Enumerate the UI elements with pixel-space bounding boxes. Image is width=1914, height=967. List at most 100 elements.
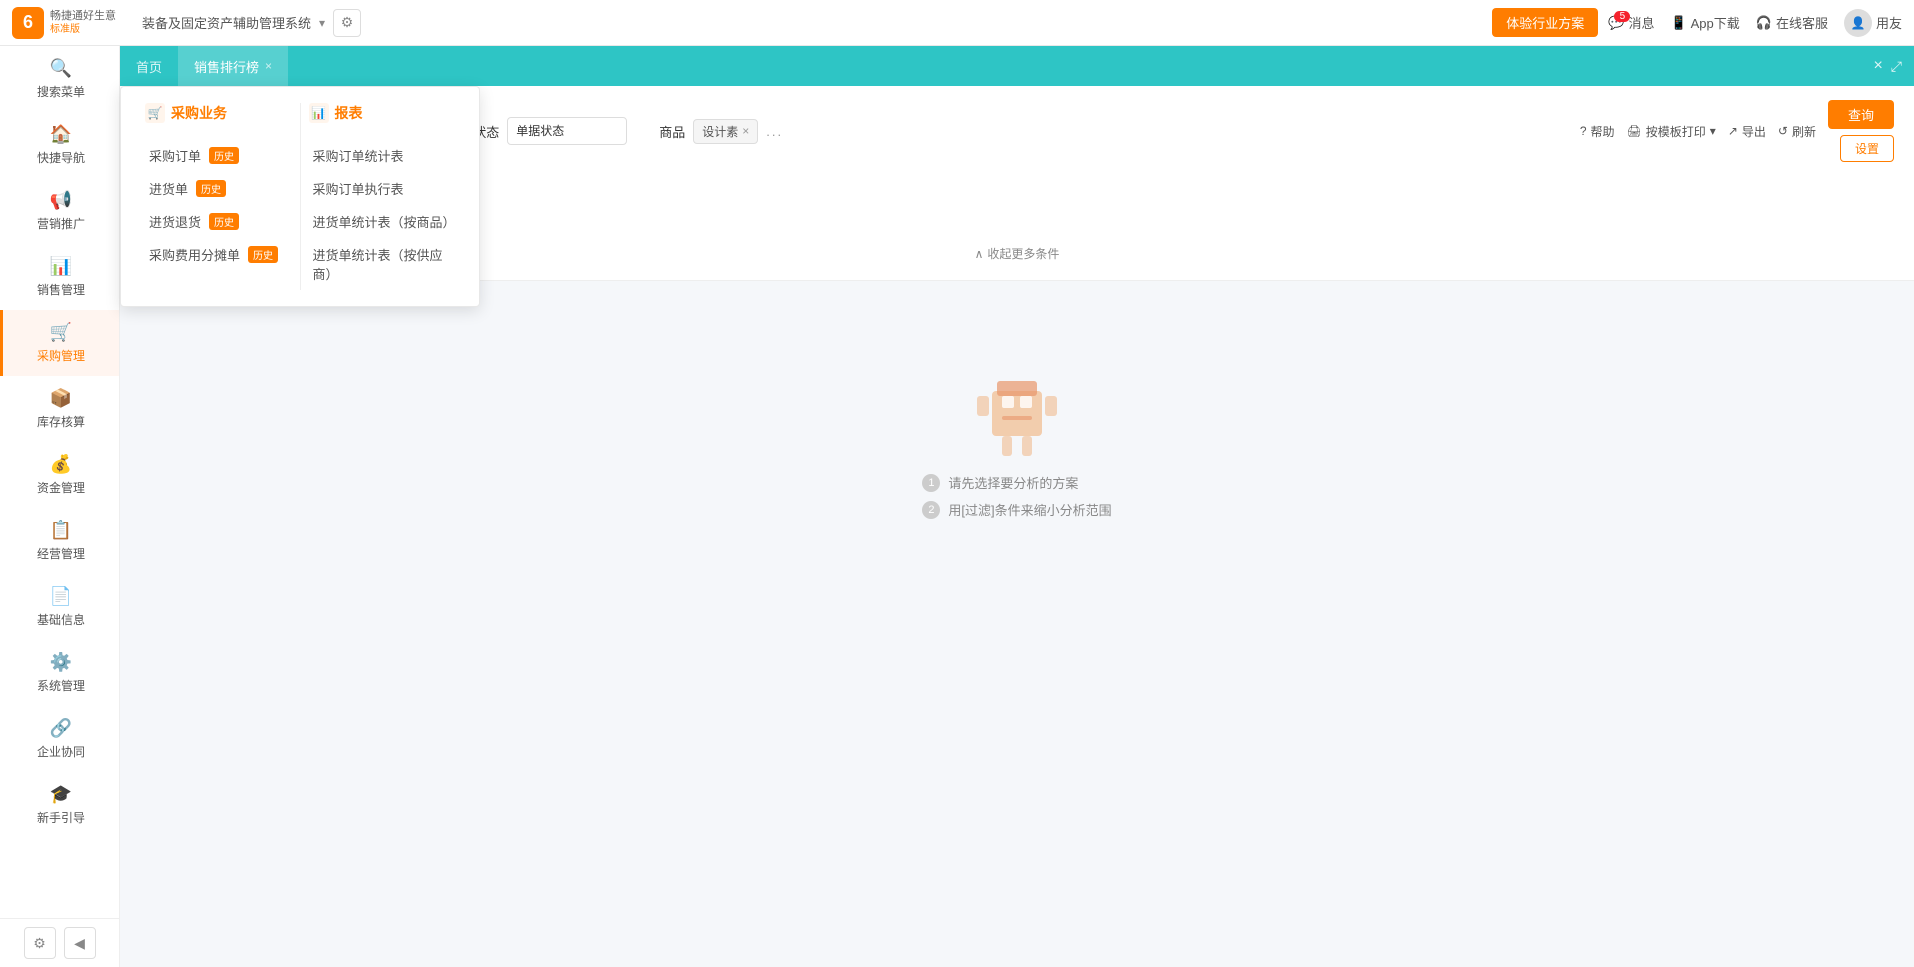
operations-icon: 📋 [50,520,72,541]
report-title: 报表 [335,103,363,123]
tab-bar: 首页 销售排行榜 × × ⤢ [120,46,1914,86]
sidebar-label-search: 搜索菜单 [37,83,85,100]
report-col-icon: 📊 [309,103,329,123]
sidebar-item-enterprise[interactable]: 🔗 企业协同 [0,706,119,772]
home-icon: 🏠 [50,124,72,145]
system-title-area: 装备及固定资产辅助管理系统 ▾ ⚙ [142,9,1482,37]
system-icon: ⚙️ [50,652,72,673]
inventory-icon: 📦 [50,388,72,409]
tab-maximize-btn[interactable]: ⤢ [1891,58,1902,75]
sidebar-settings-btn[interactable]: ⚙ [24,927,56,959]
doc-status-select[interactable]: 单据状态 [507,117,627,145]
history-badge-0: 历史 [209,147,239,164]
report-header: 📊 报表 [309,103,456,129]
refresh-label: 刷新 [1792,123,1816,140]
print-label: 按模板打印 [1646,123,1706,140]
sidebar-label-sales: 销售管理 [37,281,85,298]
sidebar-bottom: ⚙ ◀ [0,918,119,967]
logo-area: 6 畅捷通好生意 标准版 [12,7,132,39]
sidebar-collapse-btn[interactable]: ◀ [64,927,96,959]
purchase-business-header: 🛒 采购业务 [145,103,292,129]
goods-tag: 设计素 × [693,119,758,144]
sidebar-label-purchase: 采购管理 [37,347,85,364]
settings-btn[interactable]: 设置 [1840,135,1894,162]
sidebar-item-system[interactable]: ⚙️ 系统管理 [0,640,119,706]
history-badge-1: 历史 [196,180,226,197]
guide-icon: 🎓 [50,784,72,805]
help-btn[interactable]: ? 帮助 [1580,123,1615,140]
system-settings-icon[interactable]: ⚙ [333,9,361,37]
sidebar-label-guide: 新手引导 [37,809,85,826]
menu-goods-receipt[interactable]: 进货单 历史 [145,172,292,205]
sidebar-item-sales[interactable]: 📊 销售管理 [0,244,119,310]
sidebar-item-operations[interactable]: 📋 经营管理 [0,508,119,574]
collapse-label: 收起更多条件 [987,245,1059,262]
export-icon: ↗ [1728,124,1738,138]
tab-sales-rank-close[interactable]: × [265,59,272,73]
sidebar-item-finance[interactable]: 💰 资金管理 [0,442,119,508]
tab-home-label: 首页 [136,57,162,76]
sidebar-label-basic-info: 基础信息 [37,611,85,628]
empty-tip-1: 1 请先选择要分析的方案 [922,473,1111,492]
sidebar: 🔍 搜索菜单 🏠 快捷导航 📢 营销推广 📊 销售管理 🛒 采购管理 📦 库存核… [0,46,120,967]
messages-count-badge: 5 [1614,11,1630,22]
sidebar-item-inventory[interactable]: 📦 库存核算 [0,376,119,442]
refresh-icon: ↺ [1778,124,1788,138]
menu-goods-return[interactable]: 进货退货 历史 [145,205,292,238]
sidebar-item-guide[interactable]: 🎓 新手引导 [0,772,119,838]
app-download-btn[interactable]: 📱 App下载 [1670,13,1739,32]
top-right-area: 💬 5 消息 📱 App下载 🎧 在线客服 👤 用友 [1608,9,1902,37]
tab-sales-rank[interactable]: 销售排行榜 × [178,46,288,86]
sidebar-item-purchase[interactable]: 🛒 采购管理 [0,310,119,376]
history-badge-2: 历史 [209,213,239,230]
help-label: 帮助 [1591,123,1615,140]
purchase-order-stats-label: 采购订单统计表 [313,146,404,165]
tab-sales-rank-label: 销售排行榜 [194,57,259,76]
tab-close-all-btn[interactable]: × [1873,57,1882,75]
print-btn[interactable]: 🖨 按模板打印 ▾ [1627,123,1716,140]
export-btn[interactable]: ↗ 导出 [1728,123,1766,140]
menu-purchase-order-stats[interactable]: 采购订单统计表 [309,139,456,172]
user-area[interactable]: 👤 用友 [1844,9,1902,37]
menu-purchase-order-exec[interactable]: 采购订单执行表 [309,172,456,205]
menu-purchase-cost[interactable]: 采购费用分摊单 历史 [145,238,292,271]
logo-icon: 6 [12,7,44,39]
sidebar-item-search[interactable]: 🔍 搜索菜单 [0,46,119,112]
dropdown-cols: 🛒 采购业务 采购订单 历史 进货单 历史 进货退货 历史 采购费用分摊单 历史 [137,103,463,290]
goods-more-dots[interactable]: ... [766,124,783,139]
industry-btn[interactable]: 体验行业方案 [1492,8,1598,37]
goods-tag-remove[interactable]: × [742,124,749,138]
help-icon: ? [1580,124,1587,138]
system-dropdown-btn[interactable]: ▾ [319,16,325,30]
menu-purchase-order[interactable]: 采购订单 历史 [145,139,292,172]
toolbar-right: ? 帮助 🖨 按模板打印 ▾ ↗ 导出 ↺ [1580,100,1894,162]
purchase-order-label: 采购订单 [149,146,201,165]
search-icon: 🔍 [50,58,72,79]
avatar: 👤 [1844,9,1872,37]
menu-goods-stats-by-goods[interactable]: 进货单统计表（按商品） [309,205,456,238]
online-service-label: 在线客服 [1776,13,1828,32]
messages-btn[interactable]: 💬 5 消息 [1608,13,1654,32]
phone-icon: 📱 [1670,15,1686,31]
tab-home[interactable]: 首页 [120,46,178,86]
online-service-btn[interactable]: 🎧 在线客服 [1756,13,1828,32]
goods-area: 商品 设计素 × ... [659,119,783,144]
menu-goods-stats-by-supplier[interactable]: 进货单统计表（按供应商） [309,238,456,290]
sidebar-item-marketing[interactable]: 📢 营销推广 [0,178,119,244]
report-col: 📊 报表 采购订单统计表 采购订单执行表 进货单统计表（按商品） 进货单统计表（… [301,103,464,290]
sidebar-item-basic-info[interactable]: 📄 基础信息 [0,574,119,640]
purchase-col-icon: 🛒 [145,103,165,123]
tip-text-1: 请先选择要分析的方案 [948,473,1078,492]
sidebar-item-quick-nav[interactable]: 🏠 快捷导航 [0,112,119,178]
goods-stats-by-goods-label: 进货单统计表（按商品） [313,212,452,231]
refresh-btn[interactable]: ↺ 刷新 [1778,123,1816,140]
goods-tag-value: 设计素 [702,123,738,140]
query-btn[interactable]: 查询 [1828,100,1894,129]
sidebar-label-quick-nav: 快捷导航 [37,149,85,166]
messages-label: 消息 [1628,13,1654,32]
sidebar-label-finance: 资金管理 [37,479,85,496]
empty-tip-2: 2 用[过滤]条件来缩小分析范围 [922,500,1111,519]
logo-badge: 标准版 [50,23,116,36]
marketing-icon: 📢 [50,190,72,211]
system-title-text: 装备及固定资产辅助管理系统 [142,13,311,32]
